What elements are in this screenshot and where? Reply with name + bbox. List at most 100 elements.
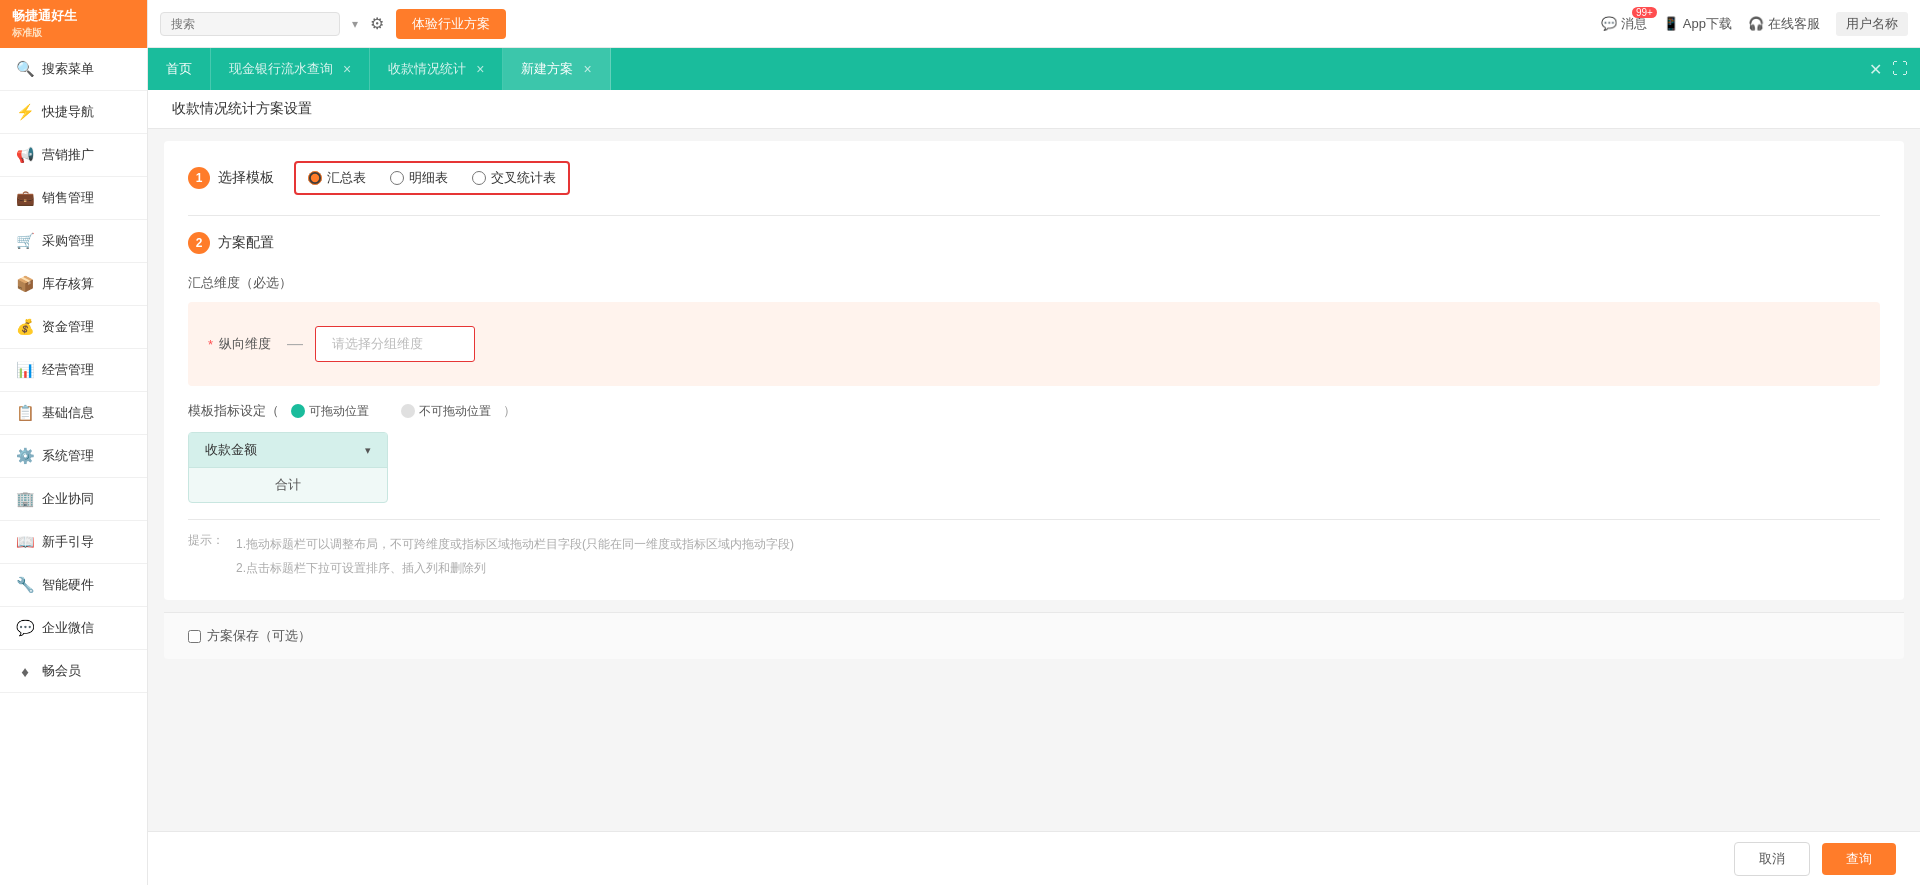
service-link[interactable]: 🎧 在线客服 bbox=[1748, 15, 1820, 33]
sidebar-item-label: 采购管理 bbox=[42, 232, 94, 250]
cancel-button[interactable]: 取消 bbox=[1734, 842, 1810, 876]
sidebar-item-basic-info[interactable]: 📋 基础信息 bbox=[0, 392, 147, 435]
finance-icon: 💰 bbox=[16, 318, 34, 336]
sidebar-item-label: 畅会员 bbox=[42, 662, 81, 680]
movable-dot bbox=[291, 404, 305, 418]
cooperation-icon: 🏢 bbox=[16, 490, 34, 508]
sidebar-item-purchase[interactable]: 🛒 采购管理 bbox=[0, 220, 147, 263]
save-checkbox[interactable] bbox=[188, 630, 201, 643]
dimension-selector[interactable]: 请选择分组维度 bbox=[315, 326, 475, 362]
guide-icon: 📖 bbox=[16, 533, 34, 551]
sidebar-item-management[interactable]: 📊 经营管理 bbox=[0, 349, 147, 392]
dimension-area: * 纵向维度 — 请选择分组维度 bbox=[188, 302, 1880, 386]
headset-icon: 🎧 bbox=[1748, 16, 1764, 31]
main-area: ▾ ⚙ 体验行业方案 💬 消息 99+ 📱 App下载 🎧 在线客服 用户名称 … bbox=[148, 0, 1920, 885]
hardware-icon: 🔧 bbox=[16, 576, 34, 594]
sidebar-item-label: 资金管理 bbox=[42, 318, 94, 336]
tab-home[interactable]: 首页 bbox=[148, 48, 211, 90]
tab-new-plan[interactable]: 新建方案 × bbox=[503, 48, 610, 90]
radio-summary[interactable]: 汇总表 bbox=[308, 169, 366, 187]
sidebar-item-cooperation[interactable]: 🏢 企业协同 bbox=[0, 478, 147, 521]
immovable-indicator: 不可拖动位置 bbox=[401, 403, 491, 420]
inventory-icon: 📦 bbox=[16, 275, 34, 293]
dimension-section-title: 汇总维度（必选） bbox=[188, 274, 1880, 292]
radio-summary-input[interactable] bbox=[308, 171, 322, 185]
footer-section: 方案保存（可选） bbox=[164, 612, 1904, 659]
save-checkbox-label[interactable]: 方案保存（可选） bbox=[188, 627, 311, 645]
immovable-dot bbox=[401, 404, 415, 418]
sidebar-item-hardware[interactable]: 🔧 智能硬件 bbox=[0, 564, 147, 607]
radio-cross-input[interactable] bbox=[472, 171, 486, 185]
user-name[interactable]: 用户名称 bbox=[1836, 12, 1908, 36]
wechat-icon: 💬 bbox=[16, 619, 34, 637]
metrics-title-close: ） bbox=[503, 402, 516, 420]
sidebar-item-inventory[interactable]: 📦 库存核算 bbox=[0, 263, 147, 306]
quick-nav-icon: ⚡ bbox=[16, 103, 34, 121]
tab-new-plan-close[interactable]: × bbox=[583, 61, 591, 77]
form-section: 1 选择模板 汇总表 明细表 交叉统计表 bbox=[164, 141, 1904, 600]
sidebar-logo: 畅捷通好生 标准版 bbox=[0, 0, 147, 48]
dropdown-arrow[interactable]: ▾ bbox=[352, 17, 358, 31]
sidebar-item-label: 基础信息 bbox=[42, 404, 94, 422]
metrics-area: 收款金额 ▾ 合计 bbox=[188, 432, 388, 503]
radio-cross-label: 交叉统计表 bbox=[491, 169, 556, 187]
bottom-action-bar: 取消 查询 bbox=[148, 831, 1920, 885]
sidebar-item-label: 搜索菜单 bbox=[42, 60, 94, 78]
search-input[interactable] bbox=[160, 12, 340, 36]
metrics-total-label: 合计 bbox=[275, 477, 301, 492]
sidebar-item-sales[interactable]: 💼 销售管理 bbox=[0, 177, 147, 220]
trial-button[interactable]: 体验行业方案 bbox=[396, 9, 506, 39]
sidebar-item-guide[interactable]: 📖 新手引导 bbox=[0, 521, 147, 564]
sidebar-item-member[interactable]: ♦ 畅会员 bbox=[0, 650, 147, 693]
step2-label: 方案配置 bbox=[218, 234, 274, 252]
sidebar-item-wechat[interactable]: 💬 企业微信 bbox=[0, 607, 147, 650]
close-window-btn[interactable]: ✕ bbox=[1869, 60, 1882, 79]
step1-badge: 1 bbox=[188, 167, 210, 189]
sidebar-item-system[interactable]: ⚙️ 系统管理 bbox=[0, 435, 147, 478]
sidebar-item-finance[interactable]: 💰 资金管理 bbox=[0, 306, 147, 349]
tips-label: 提示： bbox=[188, 532, 224, 549]
tab-payment-stats[interactable]: 收款情况统计 × bbox=[370, 48, 503, 90]
message-icon: 💬 bbox=[1601, 16, 1617, 31]
gear-icon[interactable]: ⚙ bbox=[370, 14, 384, 33]
tab-payment-stats-label: 收款情况统计 bbox=[388, 60, 466, 78]
template-radio-group: 汇总表 明细表 交叉统计表 bbox=[294, 161, 570, 195]
step2-section: 2 方案配置 汇总维度（必选） * 纵向维度 — 请选择分组维度 模板指标设定（ bbox=[188, 215, 1880, 580]
radio-cross[interactable]: 交叉统计表 bbox=[472, 169, 556, 187]
step2-row: 2 方案配置 bbox=[188, 232, 1880, 254]
tab-payment-stats-close[interactable]: × bbox=[476, 61, 484, 77]
download-link[interactable]: 📱 App下载 bbox=[1663, 15, 1732, 33]
query-button[interactable]: 查询 bbox=[1822, 843, 1896, 875]
metrics-section-title: 模板指标设定（ bbox=[188, 402, 279, 420]
metrics-chevron-icon[interactable]: ▾ bbox=[365, 444, 371, 457]
radio-detail-input[interactable] bbox=[390, 171, 404, 185]
vertical-dimension-label: 纵向维度 bbox=[219, 335, 271, 353]
edition-label: 标准版 bbox=[12, 26, 77, 40]
member-icon: ♦ bbox=[16, 662, 34, 680]
metrics-header[interactable]: 收款金额 ▾ bbox=[189, 433, 387, 468]
sidebar-item-label: 经营管理 bbox=[42, 361, 94, 379]
tab-bank-flow[interactable]: 现金银行流水查询 × bbox=[211, 48, 370, 90]
tips-section: 提示： 1.拖动标题栏可以调整布局，不可跨维度或指标区域拖动栏目字段(只能在同一… bbox=[188, 519, 1880, 580]
tab-bank-flow-label: 现金银行流水查询 bbox=[229, 60, 333, 78]
tab-bank-flow-close[interactable]: × bbox=[343, 61, 351, 77]
sidebar-item-label: 企业协同 bbox=[42, 490, 94, 508]
radio-detail[interactable]: 明细表 bbox=[390, 169, 448, 187]
search-icon: 🔍 bbox=[16, 60, 34, 78]
sidebar-item-marketing[interactable]: 📢 营销推广 bbox=[0, 134, 147, 177]
sidebar-item-search[interactable]: 🔍 搜索菜单 bbox=[0, 48, 147, 91]
topbar-right: 💬 消息 99+ 📱 App下载 🎧 在线客服 用户名称 bbox=[1601, 12, 1908, 36]
nav-tabs: 首页 现金银行流水查询 × 收款情况统计 × 新建方案 × ✕ ⛶ bbox=[148, 48, 1920, 90]
maximize-btn[interactable]: ⛶ bbox=[1892, 60, 1908, 78]
message-badge[interactable]: 💬 消息 99+ bbox=[1601, 15, 1647, 33]
page-title: 收款情况统计方案设置 bbox=[172, 100, 312, 116]
tab-new-plan-label: 新建方案 bbox=[521, 60, 573, 78]
sidebar-item-label: 系统管理 bbox=[42, 447, 94, 465]
marketing-icon: 📢 bbox=[16, 146, 34, 164]
sidebar-item-quick-nav[interactable]: ⚡ 快捷导航 bbox=[0, 91, 147, 134]
management-icon: 📊 bbox=[16, 361, 34, 379]
dimension-placeholder: 请选择分组维度 bbox=[332, 336, 423, 351]
logo-text: 畅捷通好生 bbox=[12, 8, 77, 24]
radio-summary-label: 汇总表 bbox=[327, 169, 366, 187]
step1-label: 选择模板 bbox=[218, 169, 274, 187]
